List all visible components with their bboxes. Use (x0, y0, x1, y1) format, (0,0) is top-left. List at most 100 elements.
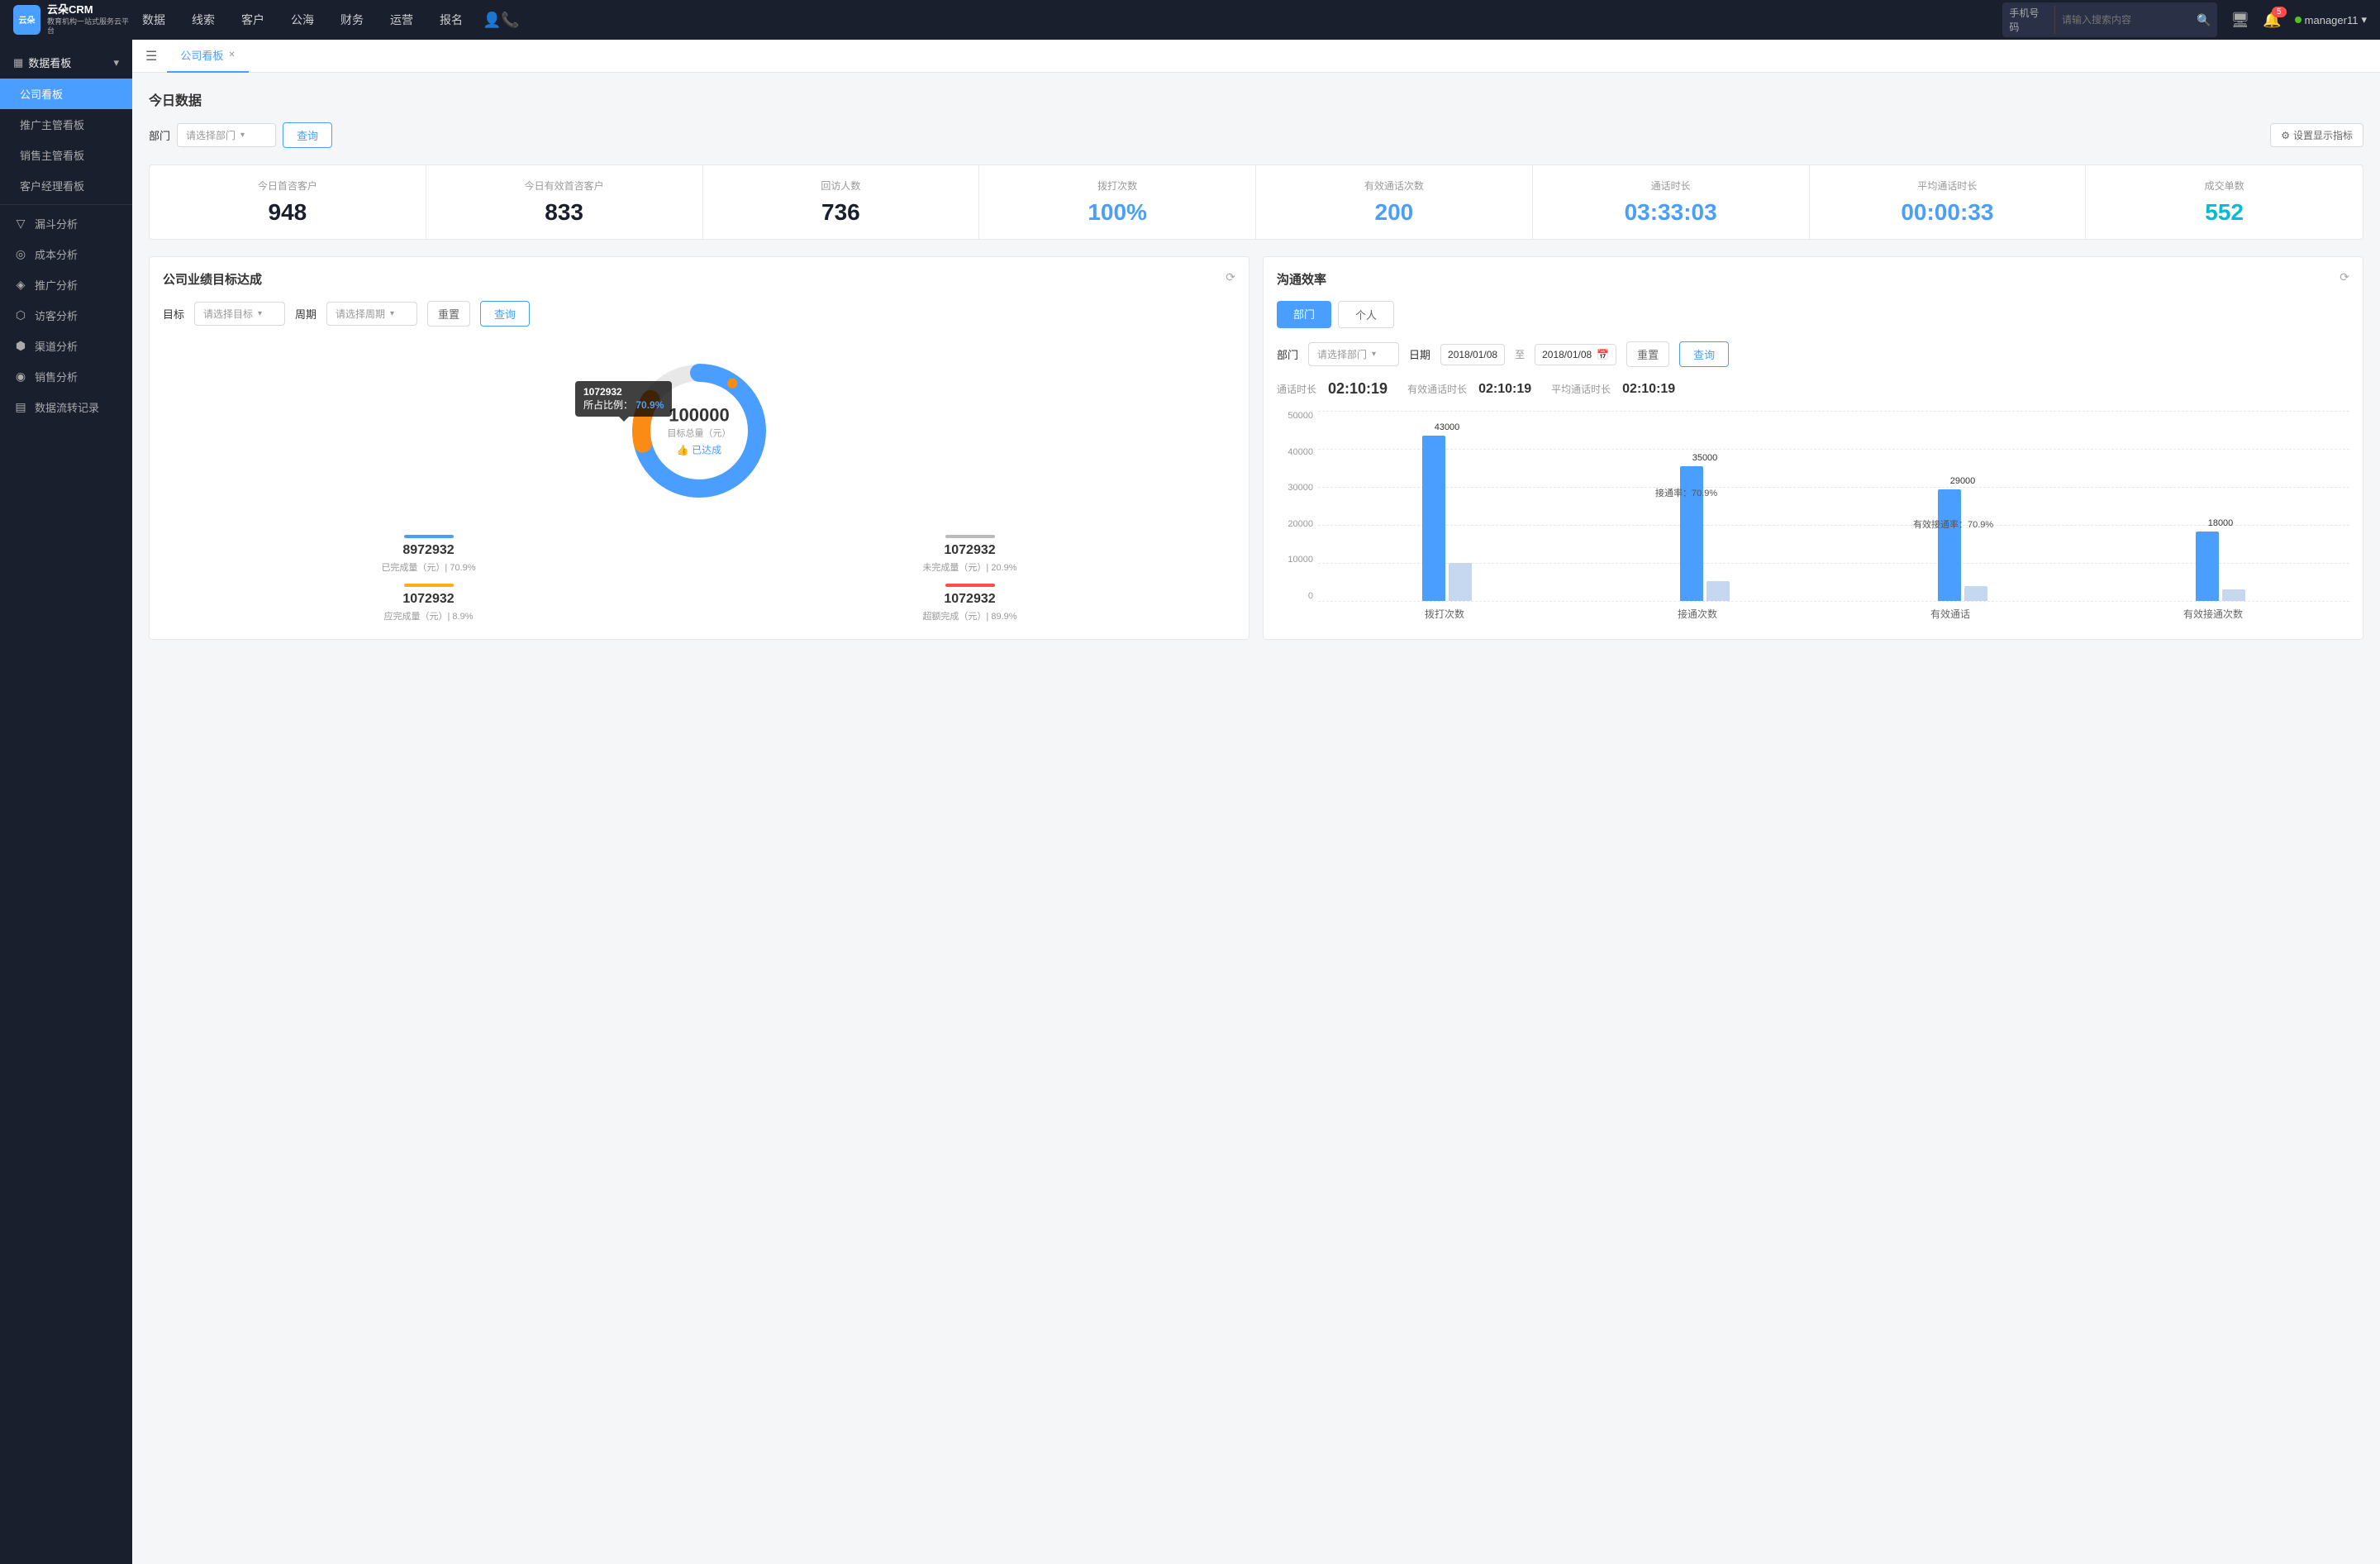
bar-calls-main (1422, 436, 1445, 601)
comm-panel: 沟通效率 ⟳ 部门 个人 部门 请选择部门 ▾ 日期 (1263, 256, 2363, 640)
main-layout: ▦ 数据看板 ▾ 公司看板 推广主管看板 销售主管看板 客户经理看板 ▽ 漏斗分… (0, 40, 2380, 1564)
nav-signup[interactable]: 报名 (426, 0, 476, 40)
stat-revisit-label: 回访人数 (713, 179, 969, 193)
sidebar-item-visitor[interactable]: ⬡ 访客分析 (0, 300, 132, 331)
stat-effective-calls: 有效通话次数 200 (1256, 165, 1533, 239)
y-label-5: 50000 (1288, 411, 1313, 421)
x-label-effective: 有效通话 (1930, 607, 1970, 621)
bar-effective-main (1938, 489, 1961, 601)
goal-refresh-icon[interactable]: ⟳ (1226, 270, 1235, 284)
donut-area: 1072932 所占比例： 70.9% (163, 340, 1235, 522)
dept-select-arrow: ▾ (240, 131, 245, 140)
stat-avg-duration: 平均通话时长 00:00:33 (1810, 165, 2087, 239)
bar-cols-effective (1938, 489, 1987, 601)
notification-bell[interactable]: 🔔 5 (2263, 12, 2281, 29)
search-icon[interactable]: 🔍 (2197, 13, 2211, 27)
goal-query-btn[interactable]: 查询 (480, 301, 530, 327)
nav-finance[interactable]: 财务 (327, 0, 377, 40)
sidebar-item-sales[interactable]: ◉ 销售分析 (0, 361, 132, 392)
stat-call-duration-label: 通话时长 (1543, 179, 1799, 193)
stat-revisit: 回访人数 736 (703, 165, 980, 239)
tab-company-board[interactable]: 公司看板 ✕ (167, 40, 248, 73)
sidebar-item-channel[interactable]: ⬢ 渠道分析 (0, 331, 132, 361)
promo-icon: ◈ (13, 278, 28, 292)
goal-reset-btn[interactable]: 重置 (427, 301, 470, 327)
phone-icon[interactable]: 📞 (501, 12, 519, 29)
sidebar-collapse-icon[interactable]: ▾ (113, 56, 119, 69)
chart-bars-container: 43000 35000 (1318, 411, 2349, 601)
x-label-calls: 拨打次数 (1425, 607, 1464, 621)
comm-date-label: 日期 (1409, 346, 1430, 362)
bar-chart: 50000 40000 30000 20000 10000 0 (1277, 411, 2349, 626)
stat-effective-calls-value: 200 (1266, 199, 1522, 226)
bar-value-calls: 43000 (1435, 422, 1460, 432)
comm-date-to[interactable]: 2018/01/08 📅 (1535, 344, 1616, 365)
setting-btn[interactable]: ⚙ 设置显示指标 (2270, 123, 2363, 147)
nav-data[interactable]: 数据 (129, 0, 178, 40)
date-separator: 至 (1515, 347, 1525, 361)
goal-period-select[interactable]: 请选择周期 ▾ (326, 302, 417, 326)
nav-public[interactable]: 公海 (278, 0, 327, 40)
search-input[interactable] (2062, 14, 2190, 26)
goal-period-label: 周期 (295, 306, 317, 322)
goal-period-arrow: ▾ (390, 309, 394, 318)
comm-panel-title: 沟通效率 (1277, 270, 2349, 288)
comm-dept-select[interactable]: 请选择部门 ▾ (1308, 342, 1399, 366)
goal-stat-completed-bar (404, 535, 454, 538)
sidebar-item-funnel[interactable]: ▽ 漏斗分析 (0, 208, 132, 239)
page-content: 今日数据 部门 请选择部门 ▾ 查询 ⚙ 设置显示指标 (132, 73, 2380, 656)
monitor-icon[interactable]: 🖥 (2230, 12, 2249, 29)
stat-new-consult-value: 948 (159, 199, 416, 226)
x-label-effective-connected: 有效接通次数 (2183, 607, 2243, 621)
sales-icon: ◉ (13, 370, 28, 384)
comm-tab-personal[interactable]: 个人 (1338, 301, 1394, 328)
comm-reset-btn[interactable]: 重置 (1626, 341, 1669, 367)
sidebar-item-cost[interactable]: ◎ 成本分析 (0, 239, 132, 269)
user-info[interactable]: manager11 ▾ (2295, 13, 2367, 26)
nav-leads[interactable]: 线索 (178, 0, 228, 40)
x-label-connected: 接通次数 (1678, 607, 1717, 621)
goal-target-arrow: ▾ (258, 309, 262, 318)
comm-dept-arrow: ▾ (1372, 350, 1376, 359)
search-type[interactable]: 手机号码 (2009, 6, 2055, 34)
sidebar-item-flow[interactable]: ▤ 数据流转记录 (0, 392, 132, 422)
sidebar-item-company-board[interactable]: 公司看板 (0, 79, 132, 109)
person-icon[interactable]: 👤 (483, 12, 501, 29)
goal-panel: 公司业绩目标达成 ⟳ 目标 请选择目标 ▾ 周期 请选择周期 ▾ 重 (149, 256, 1250, 640)
comm-query-btn[interactable]: 查询 (1679, 341, 1729, 367)
sidebar-item-cust-mgr[interactable]: 客户经理看板 (0, 170, 132, 201)
today-section-title: 今日数据 (149, 89, 2363, 109)
bar-effective-connected-sub (2222, 589, 2245, 601)
comm-date-from[interactable]: 2018/01/08 (1440, 344, 1505, 365)
stat-effective-consult-value: 833 (436, 199, 693, 226)
bar-cols-effective-connected (2196, 532, 2245, 601)
chart-y-labels: 50000 40000 30000 20000 10000 0 (1277, 411, 1318, 601)
comm-tab-dept[interactable]: 部门 (1277, 301, 1331, 328)
bar-cols-calls (1422, 436, 1472, 601)
nav-customers[interactable]: 客户 (228, 0, 278, 40)
channel-icon: ⬢ (13, 339, 28, 353)
stat-revisit-value: 736 (713, 199, 969, 226)
tab-close-icon[interactable]: ✕ (228, 50, 235, 60)
goal-target-select[interactable]: 请选择目标 ▾ (194, 302, 285, 326)
goal-stat-expected-bar (404, 584, 454, 587)
goal-stat-incomplete-bar (945, 535, 995, 538)
user-dropdown-icon[interactable]: ▾ (2361, 13, 2367, 26)
today-query-btn[interactable]: 查询 (283, 122, 332, 148)
sidebar-item-sales-mgr[interactable]: 销售主管看板 (0, 140, 132, 170)
stat-effective-calls-label: 有效通话次数 (1266, 179, 1522, 193)
y-label-4: 40000 (1288, 447, 1313, 457)
nav-ops[interactable]: 运营 (377, 0, 426, 40)
dept-select[interactable]: 请选择部门 ▾ (177, 123, 276, 147)
y-label-2: 20000 (1288, 519, 1313, 529)
sidebar-item-promo[interactable]: ◈ 推广分析 (0, 269, 132, 300)
stat-effective-consult-label: 今日有效首咨客户 (436, 179, 693, 193)
sidebar-section-header[interactable]: ▦ 数据看板 ▾ (0, 46, 132, 79)
hamburger-icon[interactable]: ☰ (145, 48, 157, 64)
goal-stat-overachieved: 1072932 超额完成（元）| 89.9% (704, 584, 1235, 622)
logo: 云朵 云朵CRM 教育机构一站式服务云平台 (13, 3, 129, 36)
comm-refresh-icon[interactable]: ⟳ (2340, 270, 2349, 284)
bar-annotation-connected: 接通率：70.9% (1655, 486, 1717, 499)
sidebar-item-promo-mgr[interactable]: 推广主管看板 (0, 109, 132, 140)
username: manager11 (2305, 14, 2359, 26)
